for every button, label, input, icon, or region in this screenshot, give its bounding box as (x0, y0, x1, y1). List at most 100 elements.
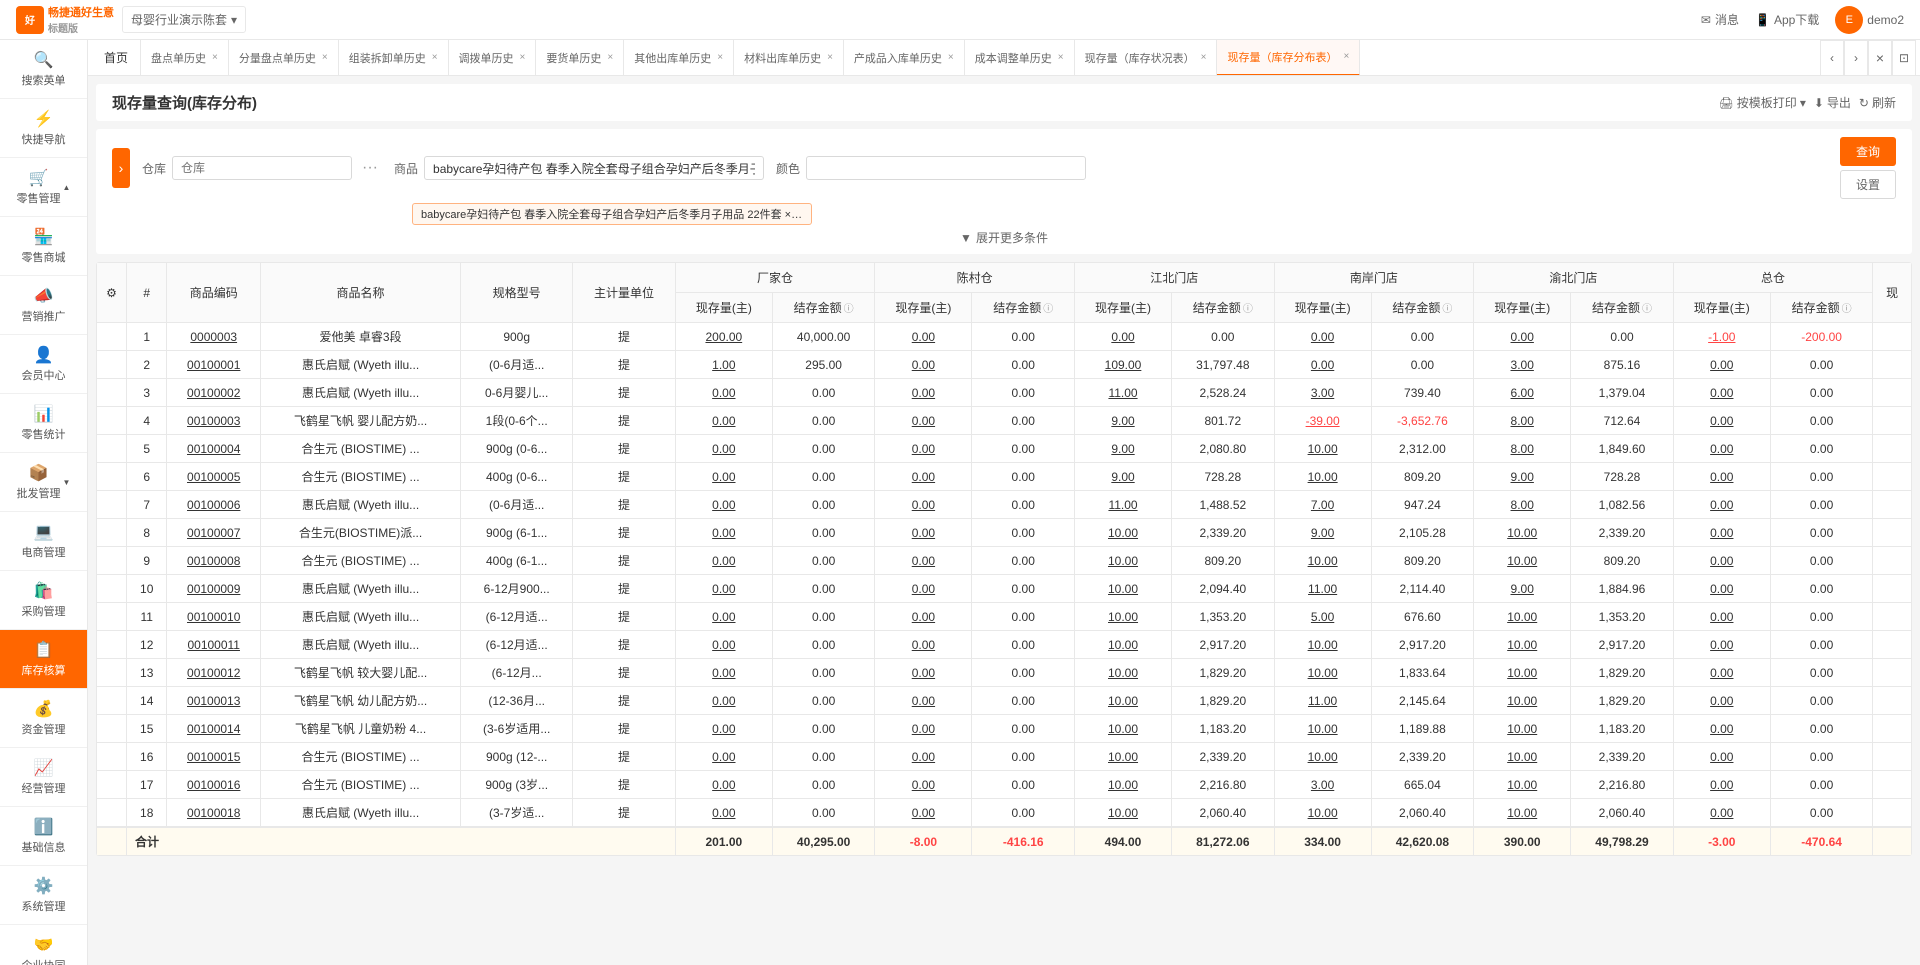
cell-chenjiang-stock[interactable]: 0.00 (875, 463, 972, 491)
cell-total-stock[interactable]: 0.00 (1673, 435, 1770, 463)
sidebar-item-member[interactable]: 👤 会员中心 (0, 335, 87, 394)
cell-chenjiang-stock[interactable]: 0.00 (875, 519, 972, 547)
cell-yubei-stock[interactable]: 10.00 (1474, 687, 1571, 715)
cell-jiangbei-stock[interactable]: 10.00 (1074, 743, 1171, 771)
cell-yubei-stock[interactable]: 9.00 (1474, 463, 1571, 491)
close-tab-fenpandian[interactable]: × (322, 52, 328, 63)
close-tab-chengben[interactable]: × (1058, 52, 1064, 63)
cell-jiangbei-stock[interactable]: 10.00 (1074, 575, 1171, 603)
cell-code[interactable]: 00100009 (167, 575, 261, 603)
tab-zuzhuan[interactable]: 组装拆卸单历史 × (339, 40, 449, 76)
tab-pandian[interactable]: 盘点单历史 × (141, 40, 229, 76)
cell-yubei-stock[interactable]: 10.00 (1474, 799, 1571, 828)
cell-code[interactable]: 00100007 (167, 519, 261, 547)
cell-yubei-stock[interactable]: 10.00 (1474, 603, 1571, 631)
cell-jiangbei-stock[interactable]: 10.00 (1074, 771, 1171, 799)
cell-jiangbei-stock[interactable]: 11.00 (1074, 379, 1171, 407)
color-input[interactable] (806, 156, 1086, 180)
tab-next-btn[interactable]: › (1844, 40, 1868, 76)
cell-jiangbei-stock[interactable]: 0.00 (1074, 323, 1171, 351)
cell-total-stock[interactable]: 0.00 (1673, 519, 1770, 547)
cell-nanan-stock[interactable]: 5.00 (1274, 603, 1371, 631)
cell-nanan-stock[interactable]: 11.00 (1274, 687, 1371, 715)
cell-yubei-stock[interactable]: 3.00 (1474, 351, 1571, 379)
cell-yubei-stock[interactable]: 0.00 (1474, 323, 1571, 351)
cell-code[interactable]: 00100015 (167, 743, 261, 771)
cell-chenjiang-stock[interactable]: 0.00 (875, 771, 972, 799)
cell-total-stock[interactable]: 0.00 (1673, 743, 1770, 771)
cell-jiangbei-stock[interactable]: 11.00 (1074, 491, 1171, 519)
cell-total-stock[interactable]: -1.00 (1673, 323, 1770, 351)
cell-factory-stock[interactable]: 1.00 (675, 351, 772, 379)
cell-chenjiang-stock[interactable]: 0.00 (875, 687, 972, 715)
home-tab[interactable]: 首页 (92, 40, 141, 76)
cell-nanan-stock[interactable]: 10.00 (1274, 799, 1371, 828)
cell-total-stock[interactable]: 0.00 (1673, 603, 1770, 631)
sidebar-item-finance[interactable]: 💰 资金管理 (0, 689, 87, 748)
cell-total-stock[interactable]: 0.00 (1673, 715, 1770, 743)
tab-xiancun-status[interactable]: 现存量（库存状况表） × (1075, 40, 1218, 76)
cell-nanan-stock[interactable]: 9.00 (1274, 519, 1371, 547)
cell-factory-stock[interactable]: 0.00 (675, 659, 772, 687)
org-selector[interactable]: 母婴行业演示陈套 ▾ (122, 6, 246, 33)
cell-code[interactable]: 00100013 (167, 687, 261, 715)
close-tab-diaob[interactable]: × (520, 52, 526, 63)
tab-fenpandian[interactable]: 分量盘点单历史 × (229, 40, 339, 76)
cell-chenjiang-stock[interactable]: 0.00 (875, 323, 972, 351)
cell-total-stock[interactable]: 0.00 (1673, 659, 1770, 687)
cell-code[interactable]: 00100010 (167, 603, 261, 631)
info-icon-4[interactable]: ⓘ (1442, 304, 1452, 315)
cell-chenjiang-stock[interactable]: 0.00 (875, 631, 972, 659)
warehouse-dots-btn[interactable]: ··· (358, 159, 382, 177)
info-icon-2[interactable]: ⓘ (1043, 304, 1053, 315)
cell-code[interactable]: 00100003 (167, 407, 261, 435)
cell-yubei-stock[interactable]: 10.00 (1474, 659, 1571, 687)
cell-yubei-stock[interactable]: 6.00 (1474, 379, 1571, 407)
cell-factory-stock[interactable]: 0.00 (675, 631, 772, 659)
cell-chenjiang-stock[interactable]: 0.00 (875, 799, 972, 828)
sidebar-item-retail[interactable]: 🛒 零售管理 ▲ (0, 158, 87, 217)
cell-chenjiang-stock[interactable]: 0.00 (875, 659, 972, 687)
cell-code[interactable]: 00100008 (167, 547, 261, 575)
cell-jiangbei-stock[interactable]: 10.00 (1074, 547, 1171, 575)
warehouse-input[interactable] (172, 156, 352, 180)
cell-total-stock[interactable]: 0.00 (1673, 379, 1770, 407)
cell-jiangbei-stock[interactable]: 9.00 (1074, 407, 1171, 435)
cell-chenjiang-stock[interactable]: 0.00 (875, 575, 972, 603)
cell-chenjiang-stock[interactable]: 0.00 (875, 715, 972, 743)
cell-jiangbei-stock[interactable]: 10.00 (1074, 715, 1171, 743)
cell-total-stock[interactable]: 0.00 (1673, 407, 1770, 435)
cell-nanan-stock[interactable]: 0.00 (1274, 323, 1371, 351)
cell-nanan-stock[interactable]: 0.00 (1274, 351, 1371, 379)
info-icon-5[interactable]: ⓘ (1642, 304, 1652, 315)
cell-factory-stock[interactable]: 0.00 (675, 463, 772, 491)
tab-qita[interactable]: 其他出库单历史 × (624, 40, 734, 76)
close-tab-qita[interactable]: × (717, 52, 723, 63)
cell-code[interactable]: 00100001 (167, 351, 261, 379)
cell-factory-stock[interactable]: 0.00 (675, 379, 772, 407)
app-download-btn[interactable]: 📱 App下载 (1755, 11, 1819, 28)
cell-code[interactable]: 00100011 (167, 631, 261, 659)
close-tab-chancheng[interactable]: × (948, 52, 954, 63)
cell-code[interactable]: 00100004 (167, 435, 261, 463)
cell-total-stock[interactable]: 0.00 (1673, 687, 1770, 715)
info-icon-6[interactable]: ⓘ (1842, 304, 1852, 315)
tab-diaob[interactable]: 调拨单历史 × (449, 40, 537, 76)
cell-jiangbei-stock[interactable]: 10.00 (1074, 799, 1171, 828)
close-tab-xiancun-dist[interactable]: × (1343, 51, 1349, 62)
cell-chenjiang-stock[interactable]: 0.00 (875, 743, 972, 771)
tab-close-all-btn[interactable]: × (1868, 40, 1892, 76)
sidebar-item-search[interactable]: 🔍 搜索英单 (0, 40, 87, 99)
cell-total-stock[interactable]: 0.00 (1673, 631, 1770, 659)
cell-chenjiang-stock[interactable]: 0.00 (875, 491, 972, 519)
cell-nanan-stock[interactable]: 10.00 (1274, 743, 1371, 771)
info-icon-1[interactable]: ⓘ (844, 304, 854, 315)
sidebar-item-purchase[interactable]: 🛍️ 采购管理 (0, 571, 87, 630)
cell-code[interactable]: 00100012 (167, 659, 261, 687)
cell-code[interactable]: 00100014 (167, 715, 261, 743)
cell-chenjiang-stock[interactable]: 0.00 (875, 351, 972, 379)
cell-factory-stock[interactable]: 0.00 (675, 491, 772, 519)
tab-cailiao[interactable]: 材料出库单历史 × (734, 40, 844, 76)
cell-yubei-stock[interactable]: 10.00 (1474, 715, 1571, 743)
cell-total-stock[interactable]: 0.00 (1673, 463, 1770, 491)
